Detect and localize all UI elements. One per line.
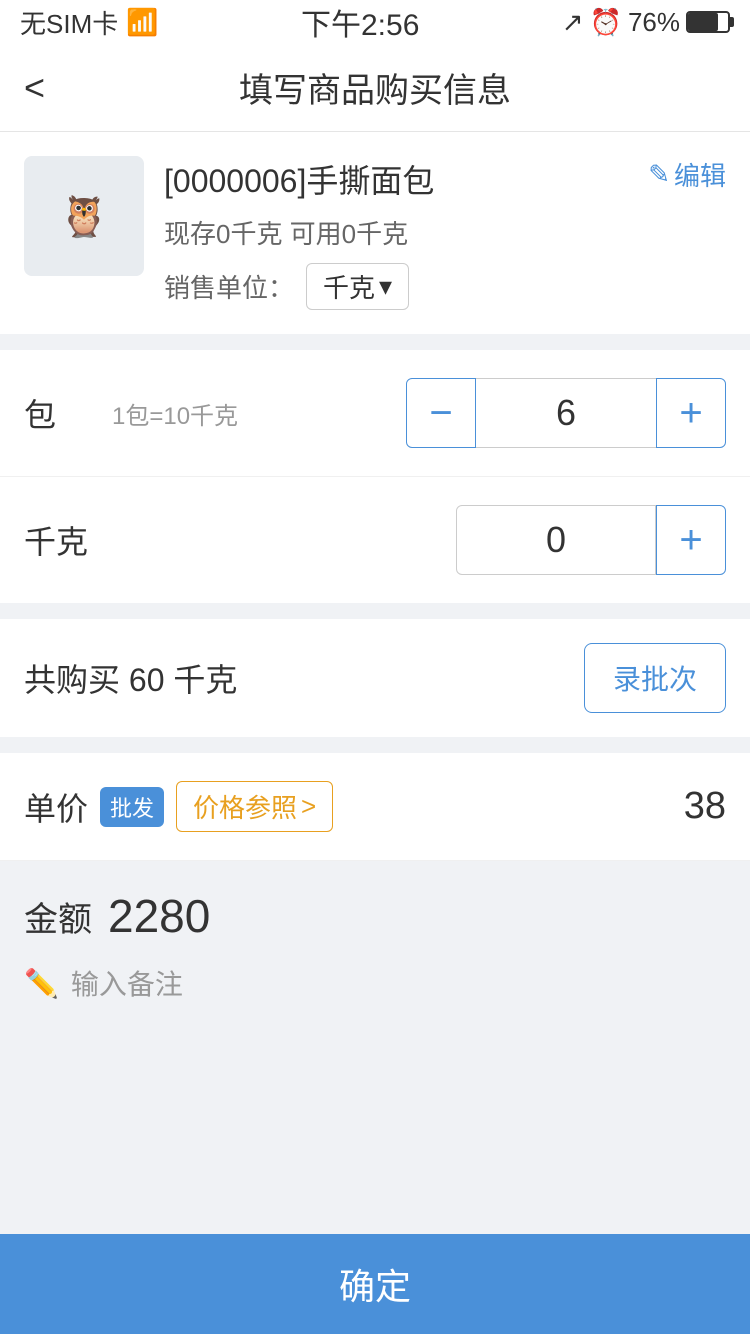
qty-plus-button-kg[interactable]: + [656,505,726,575]
wholesale-badge: 批发 [100,787,164,827]
amount-row: 金额 2280 [24,889,726,943]
product-unit-row: 销售单位： 千克 ▾ [164,263,726,310]
back-button[interactable]: < [24,67,45,109]
amount-value: 2280 [108,889,210,943]
battery-icon [686,11,730,33]
qty-minus-button-bao[interactable]: − [406,378,476,448]
chevron-right-icon: > [301,791,316,822]
price-reference-button[interactable]: 价格参照 > [176,781,333,832]
product-stock: 现存0千克 可用0千克 [164,214,726,251]
edit-icon: ✎ [648,159,670,190]
amount-section: 金额 2280 ✏️ 输入备注 [0,861,750,1023]
amount-label: 金额 [24,892,92,941]
qty-sub-label-bao: 1包=10千克 [112,396,406,431]
qty-plus-button-bao[interactable]: + [656,378,726,448]
status-right: ↗ ⏰ 76% [562,7,730,38]
status-bar: 无SIM卡 📶 下午2:56 ↗ ⏰ 76% [0,0,750,44]
price-section: 单价 批发 价格参照 > 38 [0,753,750,861]
pencil-icon: ✏️ [24,967,59,1000]
qty-input-kg[interactable] [456,505,656,575]
carrier-label: 无SIM卡 [20,4,118,41]
unit-label: 销售单位： [164,268,294,305]
total-row: 共购买 60 千克 录批次 [0,619,750,737]
product-name: [0000006]手撕面包 [164,156,726,202]
wifi-icon: 📶 [126,7,158,38]
product-info: [0000006]手撕面包 现存0千克 可用0千克 销售单位： 千克 ▾ [164,156,726,310]
quantity-row-bao: 包 1包=10千克 − + [0,350,750,477]
location-icon: ↗ [562,7,584,38]
quantity-section: 包 1包=10千克 − + 千克 + [0,350,750,603]
qty-label-bao: 包 [24,390,104,436]
record-batch-button[interactable]: 录批次 [584,643,726,713]
battery-label: 76% [628,7,680,38]
price-value: 38 [684,785,726,828]
alarm-icon: ⏰ [590,7,622,38]
unit-select[interactable]: 千克 ▾ [306,263,409,310]
chevron-down-icon: ▾ [379,271,392,302]
total-label: 共购买 60 千克 [24,655,237,701]
product-section: 🦉 [0000006]手撕面包 现存0千克 可用0千克 销售单位： 千克 ▾ ✎… [0,132,750,334]
page-title: 填写商品购买信息 [239,63,511,112]
note-row[interactable]: ✏️ 输入备注 [24,963,726,1003]
price-ref-label: 价格参照 [193,788,297,825]
confirm-button[interactable]: 确定 [0,1234,750,1334]
product-thumb-icon: 🦉 [59,193,109,240]
edit-button[interactable]: ✎ 编辑 [648,156,726,193]
qty-input-bao[interactable] [476,378,656,448]
time-label: 下午2:56 [301,0,419,44]
price-label: 单价 [24,784,88,830]
qty-label-kg: 千克 [24,517,104,563]
price-left: 单价 批发 价格参照 > [24,781,333,832]
note-placeholder[interactable]: 输入备注 [71,963,183,1003]
nav-bar: < 填写商品购买信息 [0,44,750,132]
quantity-row-kg: 千克 + [0,477,750,603]
status-left: 无SIM卡 📶 [20,4,159,41]
qty-controls-bao: − + [406,378,726,448]
qty-controls-kg: + [456,505,726,575]
product-thumbnail: 🦉 [24,156,144,276]
